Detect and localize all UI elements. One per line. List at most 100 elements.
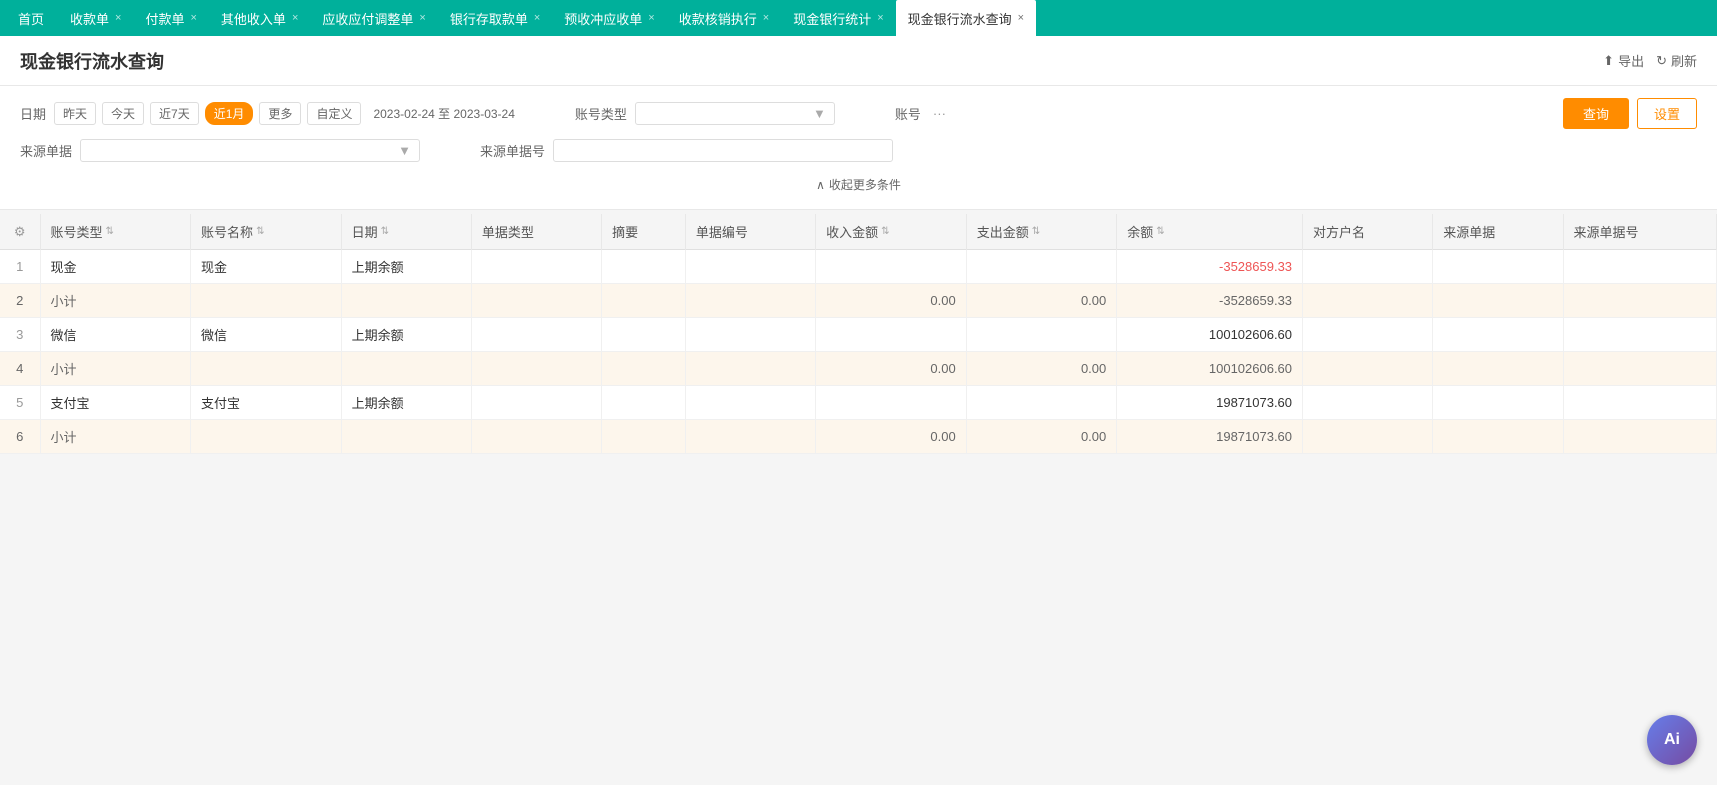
date-btn-today[interactable]: 今天 — [102, 102, 144, 125]
th-balance[interactable]: 余额⇅ — [1117, 214, 1303, 250]
close-icon[interactable]: × — [292, 12, 298, 24]
close-icon[interactable]: × — [763, 12, 769, 24]
th-source-doc-num[interactable]: 来源单据号 — [1563, 214, 1717, 250]
nav-tab-6[interactable]: 收款核销执行 × — [667, 0, 781, 36]
th-summary[interactable]: 摘要 — [602, 214, 686, 250]
cell-number: 3 — [0, 318, 40, 352]
date-btn-more[interactable]: 更多 — [259, 102, 301, 125]
cell-doc-type — [471, 352, 601, 386]
ai-badge[interactable]: Ai — [1647, 715, 1697, 765]
cell-expense: 0.00 — [966, 352, 1117, 386]
cell-account-type: 现金 — [40, 250, 191, 284]
source-doc-filter: 来源单据 ▼ — [20, 139, 420, 162]
cell-doc-number — [685, 420, 815, 454]
cell-doc-type — [471, 318, 601, 352]
export-button[interactable]: ⬆ 导出 — [1603, 51, 1644, 70]
date-btn-7days[interactable]: 近7天 — [150, 102, 199, 125]
table-row[interactable]: 2 小计 0.00 0.00 -3528659.33 — [0, 284, 1717, 318]
table-row[interactable]: 6 小计 0.00 0.00 19871073.60 — [0, 420, 1717, 454]
cell-counterpart — [1303, 352, 1433, 386]
cell-account-name — [191, 352, 342, 386]
nav-tab-0[interactable]: 收款单 × — [58, 0, 133, 36]
cell-income — [816, 386, 967, 420]
filter-row-2: 来源单据 ▼ 来源单据号 — [20, 139, 1697, 162]
th-source-doc[interactable]: 来源单据 — [1433, 214, 1563, 250]
cell-balance: 100102606.60 — [1117, 318, 1303, 352]
cell-doc-type — [471, 250, 601, 284]
cell-account-name: 现金 — [191, 250, 342, 284]
date-btn-custom[interactable]: 自定义 — [307, 102, 361, 125]
cell-source-doc — [1433, 386, 1563, 420]
date-options: 昨天 今天 近7天 近1月 更多 自定义 — [54, 102, 361, 125]
cell-date — [341, 284, 471, 318]
cell-source-doc — [1433, 352, 1563, 386]
cell-number: 2 — [0, 284, 40, 318]
th-account-name[interactable]: 账号名称⇅ — [191, 214, 342, 250]
table-container: ⚙ 账号类型⇅ 账号名称⇅ 日期⇅ 单据类型 摘要 单据编号 — [0, 214, 1717, 454]
sort-icon: ⇅ — [256, 226, 264, 237]
settings-button[interactable]: 设置 — [1637, 98, 1697, 129]
cell-summary — [602, 352, 686, 386]
nav-home[interactable]: 首页 — [4, 0, 58, 36]
query-button[interactable]: 查询 — [1563, 98, 1629, 129]
page-title: 现金银行流水查询 — [20, 48, 164, 74]
close-icon[interactable]: × — [1018, 12, 1024, 24]
nav-tab-3[interactable]: 应收应付调整单 × — [310, 0, 437, 36]
cell-counterpart — [1303, 318, 1433, 352]
source-doc-select[interactable]: ▼ — [80, 139, 420, 162]
cell-income — [816, 250, 967, 284]
cell-date: 上期余额 — [341, 386, 471, 420]
th-counterpart[interactable]: 对方户名 — [1303, 214, 1433, 250]
nav-tab-5[interactable]: 预收冲应收单 × — [552, 0, 666, 36]
cell-number: 4 — [0, 352, 40, 386]
close-icon[interactable]: × — [648, 12, 654, 24]
close-icon[interactable]: × — [115, 12, 121, 24]
account-dots[interactable]: ··· — [929, 106, 950, 121]
table-row[interactable]: 4 小计 0.00 0.00 100102606.60 — [0, 352, 1717, 386]
nav-tab-8[interactable]: 现金银行流水查询 × — [896, 0, 1036, 36]
account-type-filter: 账号类型 ▼ — [575, 102, 835, 125]
nav-tab-2[interactable]: 其他收入单 × — [209, 0, 310, 36]
th-account-type[interactable]: 账号类型⇅ — [40, 214, 191, 250]
table-row[interactable]: 1 现金 现金 上期余额 -3528659.33 — [0, 250, 1717, 284]
source-doc-num-input[interactable] — [553, 139, 893, 162]
cell-balance: 19871073.60 — [1117, 386, 1303, 420]
th-doc-number[interactable]: 单据编号 — [685, 214, 815, 250]
close-icon[interactable]: × — [877, 12, 883, 24]
table-row[interactable]: 5 支付宝 支付宝 上期余额 19871073.60 — [0, 386, 1717, 420]
close-icon[interactable]: × — [190, 12, 196, 24]
nav-tab-1[interactable]: 付款单 × — [133, 0, 208, 36]
nav-tab-7[interactable]: 现金银行统计 × — [781, 0, 895, 36]
refresh-button[interactable]: ↻ 刷新 — [1656, 51, 1697, 70]
cell-source-doc — [1433, 250, 1563, 284]
cell-source-doc-num — [1563, 420, 1717, 454]
account-type-select[interactable]: ▼ — [635, 102, 835, 125]
collapse-bar[interactable]: ∧ 收起更多条件 — [20, 172, 1697, 197]
cell-date — [341, 352, 471, 386]
close-icon[interactable]: × — [419, 12, 425, 24]
cell-account-name — [191, 420, 342, 454]
date-btn-yesterday[interactable]: 昨天 — [54, 102, 96, 125]
nav-tab-4[interactable]: 银行存取款单 × — [438, 0, 552, 36]
th-expense[interactable]: 支出金额⇅ — [966, 214, 1117, 250]
cell-source-doc-num — [1563, 250, 1717, 284]
date-label: 日期 — [20, 104, 46, 123]
cell-account-type: 小计 — [40, 284, 191, 318]
account-label: 账号 — [895, 104, 921, 123]
th-doc-type[interactable]: 单据类型 — [471, 214, 601, 250]
header-actions: ⬆ 导出 ↻ 刷新 — [1603, 51, 1697, 70]
chevron-up-icon: ∧ — [816, 178, 825, 192]
date-btn-1month[interactable]: 近1月 — [205, 102, 254, 125]
th-income[interactable]: 收入金额⇅ — [816, 214, 967, 250]
cell-expense — [966, 318, 1117, 352]
cell-summary — [602, 420, 686, 454]
cell-expense: 0.00 — [966, 284, 1117, 318]
table-row[interactable]: 3 微信 微信 上期余额 100102606.60 — [0, 318, 1717, 352]
th-settings[interactable]: ⚙ — [0, 214, 40, 250]
cell-number: 6 — [0, 420, 40, 454]
cell-date: 上期余额 — [341, 318, 471, 352]
table-header: ⚙ 账号类型⇅ 账号名称⇅ 日期⇅ 单据类型 摘要 单据编号 — [0, 214, 1717, 250]
cell-doc-number — [685, 284, 815, 318]
close-icon[interactable]: × — [534, 12, 540, 24]
th-date[interactable]: 日期⇅ — [341, 214, 471, 250]
